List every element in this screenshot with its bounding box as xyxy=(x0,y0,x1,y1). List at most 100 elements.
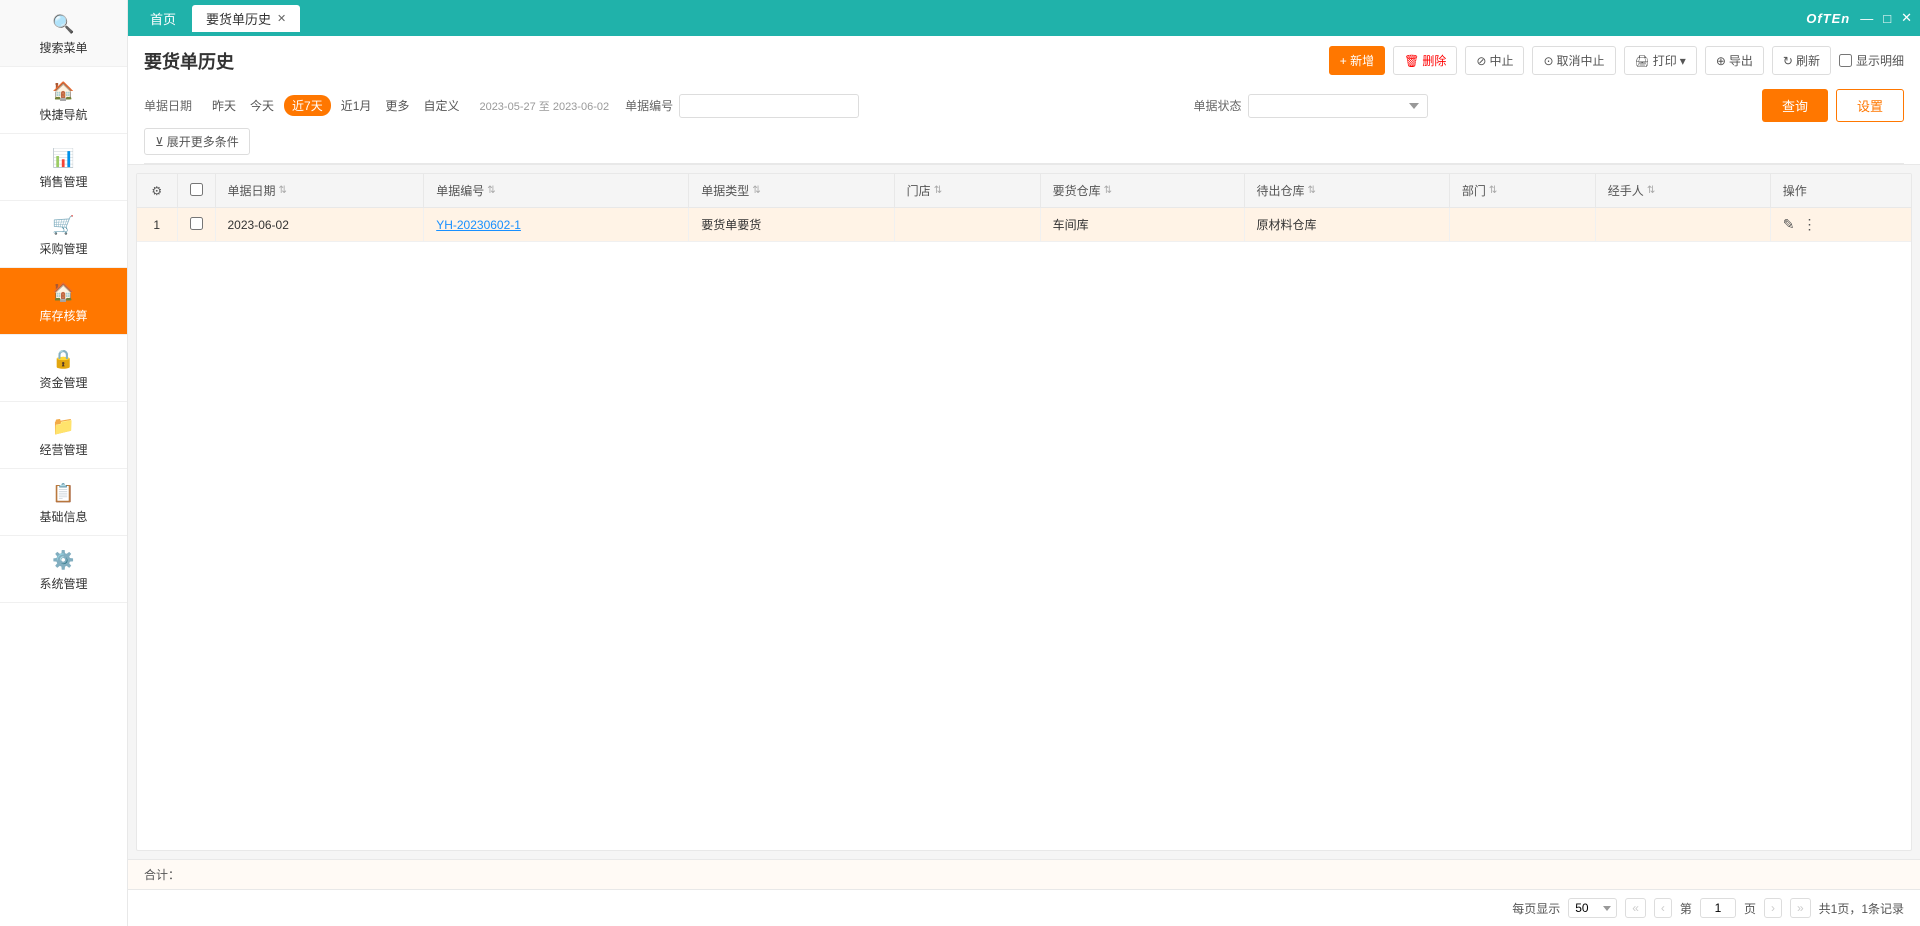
row-department xyxy=(1449,208,1595,242)
row-checkbox-cell xyxy=(177,208,215,242)
sidebar-icon-sales: 📊 xyxy=(52,148,74,169)
first-page-button[interactable]: « xyxy=(1625,898,1646,918)
sidebar-item-basic[interactable]: 📋基础信息 xyxy=(0,469,127,536)
close-icon[interactable]: ✕ xyxy=(1901,10,1912,26)
doc-no-label: 单据编号 xyxy=(625,97,673,114)
export-icon: ⊕ xyxy=(1716,54,1726,68)
page-size-label: 每页显示 xyxy=(1512,900,1560,917)
page-label-suffix: 页 xyxy=(1744,900,1756,917)
date-opt-last7days[interactable]: 近7天 xyxy=(284,95,331,116)
sidebar-item-operations[interactable]: 📁经营管理 xyxy=(0,402,127,469)
next-page-button[interactable]: › xyxy=(1764,898,1782,918)
sidebar-label-purchase: 采购管理 xyxy=(39,240,87,257)
tab-home[interactable]: 首页 xyxy=(136,5,190,32)
row-num: 1 xyxy=(137,208,177,242)
sort-icon-department: ⇅ xyxy=(1489,185,1497,196)
maximize-icon[interactable]: □ xyxy=(1883,11,1891,26)
row-handler xyxy=(1595,208,1770,242)
sidebar-icon-purchase: 🛒 xyxy=(52,215,74,236)
status-label: 单据状态 xyxy=(1194,97,1242,114)
sidebar-item-finance[interactable]: 🔒资金管理 xyxy=(0,335,127,402)
table-area: ⚙ 单据日期 ⇅ 单据编号 xyxy=(136,173,1912,851)
status-select[interactable] xyxy=(1248,94,1428,118)
th-doc-no: 单据编号 ⇅ xyxy=(424,174,689,208)
page-area: 要货单历史 + 新增 🗑 删除 ⊘ 中止 ⊙ 取消中止 xyxy=(128,36,1920,926)
tab-bar: 首页要货单历史✕ OfTEn — □ ✕ xyxy=(128,0,1920,36)
sidebar-icon-system: ⚙️ xyxy=(52,550,74,571)
display-detail-toggle[interactable]: 显示明细 xyxy=(1839,52,1904,69)
delete-button[interactable]: 🗑 删除 xyxy=(1393,46,1457,75)
sidebar-icon-shortcut: 🏠 xyxy=(52,81,74,102)
th-action: 操作 xyxy=(1770,174,1911,208)
row-more-button[interactable]: ⋮ xyxy=(1802,216,1816,233)
sidebar-item-inventory[interactable]: 🏠库存核算 xyxy=(0,268,127,335)
sidebar-label-shortcut: 快捷导航 xyxy=(39,106,87,123)
th-pending-warehouse: 待出仓库 ⇅ xyxy=(1244,174,1449,208)
sidebar-label-finance: 资金管理 xyxy=(39,374,87,391)
row-doc-type: 要货单要货 xyxy=(689,208,894,242)
sidebar-label-sales: 销售管理 xyxy=(39,173,87,190)
date-filter-label: 单据日期 xyxy=(144,97,192,114)
sidebar-item-shortcut[interactable]: 🏠 快捷导航 xyxy=(0,67,127,134)
tab-requisition-history[interactable]: 要货单历史✕ xyxy=(192,5,300,32)
th-checkbox xyxy=(177,174,215,208)
doc-no-filter-group: 单据编号 xyxy=(625,94,1177,118)
th-req-warehouse: 要货仓库 ⇅ xyxy=(1040,174,1244,208)
expand-more-button[interactable]: ⊻ 展开更多条件 xyxy=(144,128,250,155)
minimize-icon[interactable]: — xyxy=(1860,11,1873,26)
refresh-button[interactable]: ↻ 刷新 xyxy=(1772,46,1831,75)
table-footer: 合计： xyxy=(128,859,1920,889)
query-button[interactable]: 查询 xyxy=(1762,89,1828,122)
th-handler: 经手人 ⇅ xyxy=(1595,174,1770,208)
tab-close-requisition-history[interactable]: ✕ xyxy=(277,12,286,25)
sort-icon-handler: ⇅ xyxy=(1647,185,1655,196)
tab-label-home: 首页 xyxy=(150,9,176,28)
page-number-input[interactable] xyxy=(1700,898,1736,918)
print-button[interactable]: 🖨 打印 ▾ xyxy=(1624,46,1697,75)
date-opt-last1month[interactable]: 近1月 xyxy=(337,95,376,116)
brand-label: OfTEn xyxy=(1806,11,1850,26)
last-page-button[interactable]: » xyxy=(1790,898,1811,918)
doc-no-input[interactable] xyxy=(679,94,859,118)
display-detail-checkbox[interactable] xyxy=(1839,54,1852,67)
toolbar: + 新增 🗑 删除 ⊘ 中止 ⊙ 取消中止 🖨 打 xyxy=(1329,46,1904,75)
print-dropdown-icon: ▾ xyxy=(1680,54,1686,68)
sort-icon-pending-warehouse: ⇅ xyxy=(1308,185,1316,196)
refresh-icon: ↻ xyxy=(1783,54,1793,68)
row-req-warehouse: 车间库 xyxy=(1040,208,1244,242)
delete-icon: 🗑 xyxy=(1404,54,1419,68)
sort-icon-doc-type: ⇅ xyxy=(752,185,760,196)
sidebar-label-system: 系统管理 xyxy=(39,575,87,592)
date-opt-today[interactable]: 今天 xyxy=(246,95,278,116)
th-department: 部门 ⇅ xyxy=(1449,174,1595,208)
cancel-stop-button[interactable]: ⊙ 取消中止 xyxy=(1532,46,1615,75)
sidebar-item-system[interactable]: ⚙️ 系统管理 xyxy=(0,536,127,603)
cancel-stop-icon: ⊙ xyxy=(1543,54,1553,68)
date-opt-yesterday[interactable]: 昨天 xyxy=(208,95,240,116)
sidebar-item-sales[interactable]: 📊 销售管理 xyxy=(0,134,127,201)
sidebar-icon-search: 🔍 xyxy=(52,14,74,35)
new-button[interactable]: + 新增 xyxy=(1329,46,1385,75)
page-size-select[interactable]: 50 10 20 100 xyxy=(1568,898,1617,918)
settings-button[interactable]: 设置 xyxy=(1836,89,1904,122)
row-checkbox-0[interactable] xyxy=(190,217,203,230)
sidebar-item-search[interactable]: 🔍搜索菜单 xyxy=(0,0,127,67)
row-edit-button[interactable]: ✎ xyxy=(1783,216,1795,233)
status-filter-group: 单据状态 xyxy=(1194,94,1746,118)
doc-no-link[interactable]: YH-20230602-1 xyxy=(436,218,521,232)
prev-page-button[interactable]: ‹ xyxy=(1654,898,1672,918)
total-info: 共1页，1条记录 xyxy=(1819,900,1904,917)
stop-button[interactable]: ⊘ 中止 xyxy=(1465,46,1524,75)
export-button[interactable]: ⊕ 导出 xyxy=(1705,46,1764,75)
row-doc-date: 2023-06-02 xyxy=(215,208,424,242)
date-opt-more[interactable]: 更多 xyxy=(381,95,413,116)
sidebar-item-purchase[interactable]: 🛒 采购管理 xyxy=(0,201,127,268)
select-all-checkbox[interactable] xyxy=(190,183,203,196)
stop-icon: ⊘ xyxy=(1476,54,1486,68)
print-icon: 🖨 xyxy=(1635,54,1650,68)
th-settings: ⚙ xyxy=(137,174,177,208)
date-opt-custom[interactable]: 自定义 xyxy=(419,95,463,116)
date-range-display: 2023-05-27 至 2023-06-02 xyxy=(479,98,609,114)
expand-icon: ⊻ xyxy=(155,135,164,149)
sort-icon-req-warehouse: ⇅ xyxy=(1104,185,1112,196)
